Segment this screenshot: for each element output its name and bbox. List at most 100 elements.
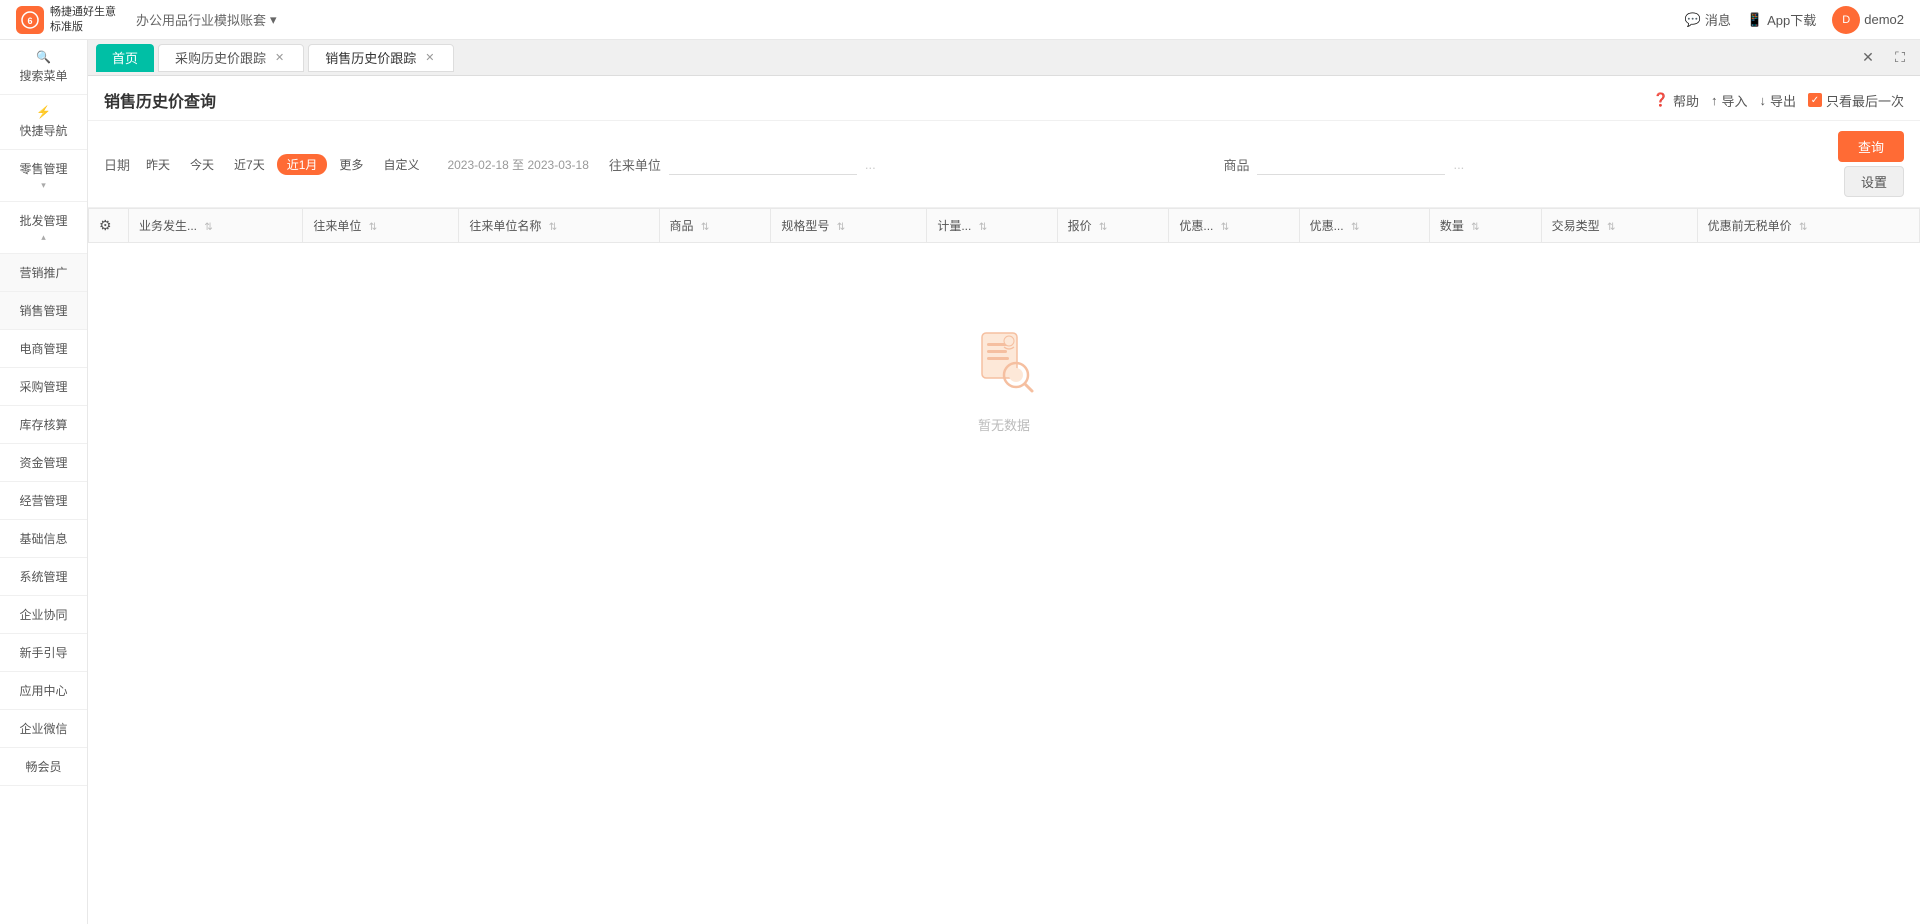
sort-icon[interactable]: ⇅ [204,222,212,233]
col-discount1: 优惠... ⇅ [1169,209,1299,243]
tab-home[interactable]: 首页 [96,44,154,72]
date-btn-yesterday[interactable]: 昨天 [138,154,178,175]
top-bar-right: 💬 消息 📱 App下载 D demo2 [1685,6,1904,34]
help-btn[interactable]: ❓ 帮助 [1653,91,1699,110]
tab-actions: ✕ ⛶ [1856,46,1912,70]
page-actions: ❓ 帮助 ↑ 导入 ↓ 导出 ✓ 只看最后一次 [1653,91,1904,110]
tab-close-purchase[interactable]: ✕ [272,50,287,65]
table-container: ⚙ 业务发生... ⇅ 往来单位 ⇅ 往来单位名称 ⇅ 商品 [88,208,1920,514]
top-bar-left: 6 畅捷通好生意 标准版 办公用品行业模拟账套 ▾ [16,5,277,34]
sort-icon[interactable]: ⇅ [1799,222,1807,233]
logo-area: 6 畅捷通好生意 标准版 [16,5,116,34]
empty-text: 暂无数据 [978,415,1030,434]
goods-input[interactable] [1257,153,1445,175]
sort-icon[interactable]: ⇅ [369,222,377,233]
partner-input[interactable] [669,153,857,175]
top-bar: 6 畅捷通好生意 标准版 办公用品行业模拟账套 ▾ 💬 消息 📱 App下载 D… [0,0,1920,40]
query-button[interactable]: 查询 [1838,131,1904,162]
col-discount2: 优惠... ⇅ [1299,209,1429,243]
date-range-display: 2023-02-18 至 2023-03-18 [447,156,588,173]
export-icon: ↓ [1759,93,1766,108]
date-btn-more[interactable]: 更多 [331,154,371,175]
sidebar-item-inventory[interactable]: 库存核算 [0,406,87,444]
col-unit: 计量... ⇅ [927,209,1057,243]
date-btn-7days[interactable]: 近7天 [226,154,273,175]
message-btn[interactable]: 💬 消息 [1685,10,1731,29]
col-biz-date: 业务发生... ⇅ [129,209,303,243]
date-filter-label: 日期 [104,155,130,174]
sidebar-item-search-menu[interactable]: 🔍 搜索菜单 [0,40,87,95]
date-btn-custom[interactable]: 自定义 [375,154,427,175]
sort-icon[interactable]: ⇅ [549,222,557,233]
col-partner-code: 往来单位 ⇅ [303,209,459,243]
sidebar-item-purchase-mgmt[interactable]: 采购管理 [0,368,87,406]
date-range-group: 2023-02-18 至 2023-03-18 [447,156,588,173]
col-partner-name: 往来单位名称 ⇅ [459,209,659,243]
tab-sales-history[interactable]: 销售历史价跟踪 ✕ [308,44,454,72]
sidebar-item-app-center[interactable]: 应用中心 [0,672,87,710]
sidebar-item-operations-mgmt[interactable]: 经营管理 [0,482,87,520]
sidebar-item-member[interactable]: 畅会员 [0,748,87,786]
sort-icon[interactable]: ⇅ [1471,222,1479,233]
sidebar-item-ecommerce-mgmt[interactable]: 电商管理 [0,330,87,368]
tab-bar: 首页 采购历史价跟踪 ✕ 销售历史价跟踪 ✕ ✕ ⛶ [88,40,1920,76]
settings-button[interactable]: 设置 [1844,166,1904,197]
import-btn[interactable]: ↑ 导入 [1711,91,1748,110]
date-btn-today[interactable]: 今天 [182,154,222,175]
sort-icon[interactable]: ⇅ [979,222,987,233]
sidebar-item-retail-mgmt[interactable]: 零售管理 ▾ [0,150,87,202]
logo-text: 畅捷通好生意 标准版 [50,5,116,34]
sort-icon[interactable]: ⇅ [1099,222,1107,233]
sort-icon[interactable]: ⇅ [1351,222,1359,233]
col-quote: 报价 ⇅ [1057,209,1169,243]
goods-picker-btn[interactable]: ... [1453,157,1464,172]
page-title: 销售历史价查询 [104,88,216,112]
avatar: D [1832,6,1860,34]
user-menu-btn[interactable]: D demo2 [1832,6,1904,34]
date-btn-1month[interactable]: 近1月 [277,154,328,175]
partner-filter-group: 往来单位 ... [609,153,1204,175]
logo-icon: 6 [16,6,44,34]
message-icon: 💬 [1685,12,1701,28]
export-btn[interactable]: ↓ 导出 [1759,91,1796,110]
chevron-down-icon: ▾ [41,180,46,191]
filter-bar: 日期 昨天 今天 近7天 近1月 更多 自定义 2023-02-18 至 202… [88,121,1920,208]
sort-icon[interactable]: ⇅ [1607,222,1615,233]
col-trade-type: 交易类型 ⇅ [1541,209,1697,243]
main-content: 销售历史价查询 ❓ 帮助 ↑ 导入 ↓ 导出 ✓ 只看最后一次 日期 [88,76,1920,924]
col-spec: 规格型号 ⇅ [771,209,927,243]
checkbox-icon: ✓ [1808,93,1822,107]
tab-close-all-btn[interactable]: ✕ [1856,46,1880,70]
tab-fullscreen-btn[interactable]: ⛶ [1888,46,1912,70]
sort-icon[interactable]: ⇅ [837,222,845,233]
empty-state: 暂无数据 [88,243,1920,514]
data-table: ⚙ 业务发生... ⇅ 往来单位 ⇅ 往来单位名称 ⇅ 商品 [88,208,1920,243]
sidebar-item-basic-info[interactable]: 基础信息 [0,520,87,558]
nav-icon: ⚡ [36,105,51,119]
svg-text:6: 6 [27,16,32,26]
app-title[interactable]: 办公用品行业模拟账套 ▾ [136,10,277,29]
sidebar-item-enterprise-wechat[interactable]: 企业微信 [0,710,87,748]
sidebar-item-wholesale-mgmt[interactable]: 批发管理 ▴ [0,202,87,254]
goods-label: 商品 [1223,155,1249,174]
sidebar-item-quick-nav[interactable]: ⚡ 快捷导航 [0,95,87,150]
col-no-tax-price: 优惠前无税单价 ⇅ [1697,209,1919,243]
sidebar-item-new-guide[interactable]: 新手引导 [0,634,87,672]
goods-filter-group: 商品 ... [1223,153,1818,175]
partner-label: 往来单位 [609,155,661,174]
sidebar-item-sales-mgmt[interactable]: 销售管理 [0,292,87,330]
partner-picker-btn[interactable]: ... [865,157,876,172]
sidebar-item-system-mgmt[interactable]: 系统管理 [0,558,87,596]
sort-icon[interactable]: ⇅ [1221,222,1229,233]
sidebar-item-finance-mgmt[interactable]: 资金管理 [0,444,87,482]
date-options: 昨天 今天 近7天 近1月 更多 自定义 [138,154,427,175]
sidebar: 🔍 搜索菜单 ⚡ 快捷导航 零售管理 ▾ 批发管理 ▴ 营销推广 销售管理 电商… [0,40,88,924]
sidebar-item-enterprise-coop[interactable]: 企业协同 [0,596,87,634]
only-last-checkbox[interactable]: ✓ 只看最后一次 [1808,91,1904,110]
app-download-btn[interactable]: 📱 App下载 [1747,10,1816,29]
table-settings-col[interactable]: ⚙ [89,209,129,243]
sidebar-item-marketing[interactable]: 营销推广 [0,254,87,292]
sort-icon[interactable]: ⇅ [701,222,709,233]
tab-purchase-history[interactable]: 采购历史价跟踪 ✕ [158,44,304,72]
tab-close-sales[interactable]: ✕ [422,50,437,65]
